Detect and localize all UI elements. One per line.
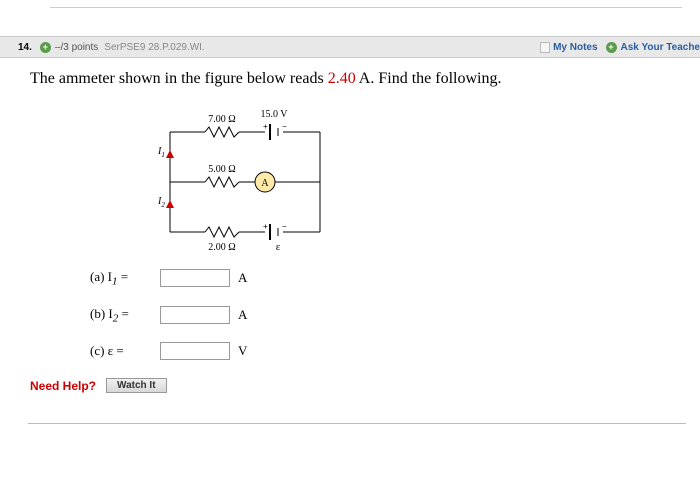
need-help: Need Help? Watch It [30, 378, 700, 393]
svg-text:+: + [263, 122, 268, 131]
answer-c: (c) ε = V [90, 342, 682, 360]
answer-b: (b) I2 = A [90, 306, 682, 325]
question-number: 14. [18, 42, 32, 53]
ammeter-label: A [261, 178, 269, 189]
notes-icon [540, 42, 550, 53]
r1-label: 7.00 Ω [208, 114, 235, 125]
answer-a: (a) I1 = A [90, 269, 682, 288]
question-value: 2.40 [328, 70, 356, 87]
eps-label: ε [276, 241, 281, 252]
svg-text:−: − [282, 222, 287, 231]
need-help-label: Need Help? [30, 379, 96, 393]
question-text: The ammeter shown in the figure below re… [30, 70, 682, 88]
i2-label: I2 [157, 196, 165, 209]
v1-label: 15.0 V [260, 109, 288, 120]
answer-c-label: (c) ε = [90, 343, 160, 359]
r3-label: 2.00 Ω [208, 242, 235, 252]
question-suffix: A. Find the following. [356, 70, 502, 87]
answer-a-input[interactable] [160, 269, 230, 287]
answer-b-unit: A [238, 307, 247, 323]
question-header: 14. + –/3 points SerPSE9 28.P.029.WI. My… [0, 36, 700, 58]
plus-icon[interactable]: + [40, 42, 51, 53]
ask-teacher-link[interactable]: Ask Your Teache [621, 42, 700, 53]
points-text: –/3 points [55, 42, 98, 53]
top-divider [50, 0, 682, 8]
content-area: The ammeter shown in the figure below re… [0, 58, 700, 360]
i1-label: I1 [157, 146, 165, 159]
bottom-divider [28, 423, 686, 424]
my-notes-link[interactable]: My Notes [553, 42, 597, 53]
svg-text:+: + [263, 222, 268, 231]
answer-c-unit: V [238, 343, 247, 359]
answer-c-input[interactable] [160, 342, 230, 360]
answer-b-input[interactable] [160, 306, 230, 324]
circuit-diagram: 7.00 Ω 15.0 V + − 5.00 Ω A 2.00 Ω ε + [150, 102, 682, 255]
svg-text:−: − [282, 122, 287, 131]
answer-a-label: (a) I1 = [90, 269, 160, 288]
answer-a-unit: A [238, 270, 247, 286]
question-prefix: The ammeter shown in the figure below re… [30, 70, 328, 87]
plus-icon[interactable]: + [606, 42, 617, 53]
watch-it-button[interactable]: Watch It [106, 378, 167, 393]
answer-b-label: (b) I2 = [90, 306, 160, 325]
r2-label: 5.00 Ω [208, 164, 235, 175]
source-text: SerPSE9 28.P.029.WI. [104, 42, 204, 53]
